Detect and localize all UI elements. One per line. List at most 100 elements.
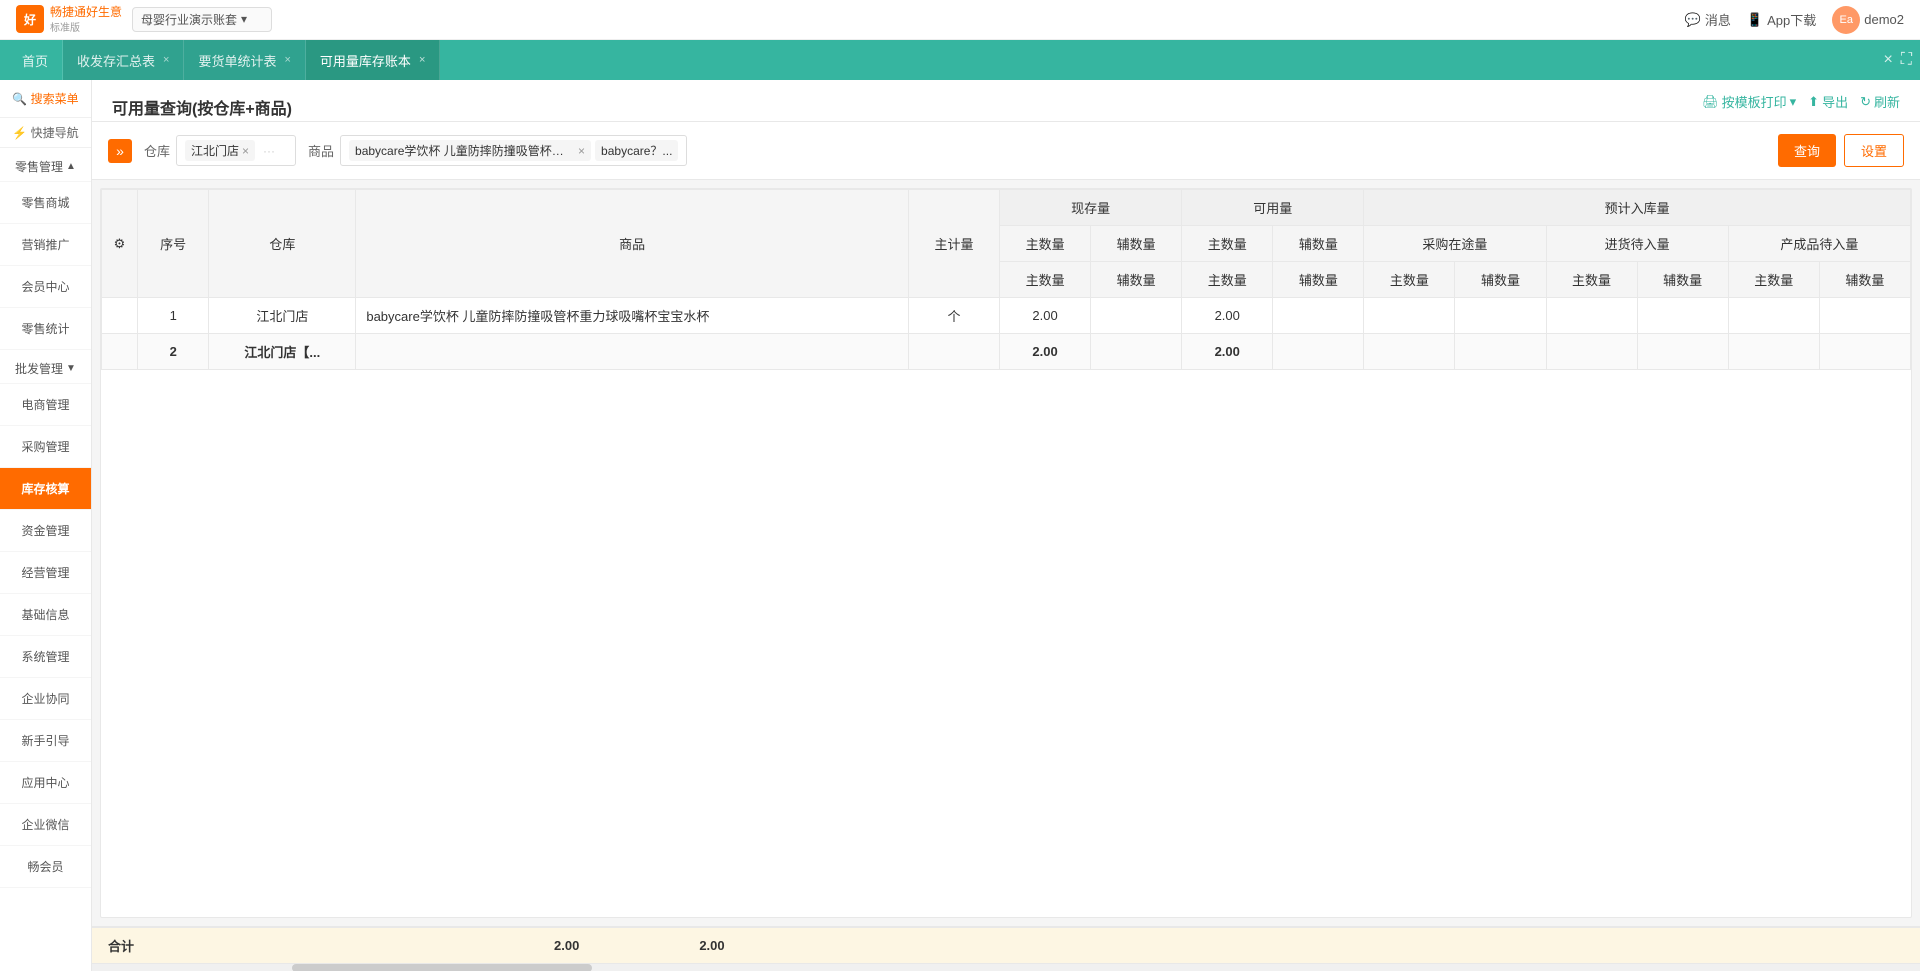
footer-total-label: 合计	[108, 936, 134, 955]
chevron-down-icon: ▾	[241, 12, 247, 26]
sidebar-search[interactable]: 🔍 搜索菜单	[0, 80, 91, 118]
message-item[interactable]: 💬 消息	[1685, 10, 1731, 29]
sidebar-item-marketing[interactable]: 营销推广	[0, 224, 91, 266]
sidebar-item-basic[interactable]: 基础信息	[0, 594, 91, 636]
th-prod-arr-main: 主数量	[1728, 262, 1819, 298]
tab-receive-send-label: 收发存汇总表	[77, 51, 155, 70]
setting-button[interactable]: 设置	[1844, 134, 1904, 167]
top-bar-right: 💬 消息 📱 App下载 Ea demo2	[1685, 6, 1904, 34]
warehouse-tag-close[interactable]: ×	[242, 144, 249, 158]
logo-sub: 标准版	[50, 19, 122, 34]
gear-icon[interactable]: ⚙	[114, 236, 126, 251]
td-pur-trans-aux-2	[1455, 334, 1546, 370]
warehouse-label: 仓库	[144, 141, 170, 160]
sidebar-label-appcenter: 应用中心	[21, 774, 69, 791]
content-area: 可用量查询(按仓库+商品) 🖨 按模板打印 ▾ ⬆ 导出 ↻ 刷新 »	[92, 80, 1920, 971]
th-pur-transit-main: 主数量	[1364, 262, 1455, 298]
export-label: 导出	[1822, 92, 1848, 111]
tab-receive-send[interactable]: 收发存汇总表 ×	[63, 40, 184, 80]
td-pur-arr-aux-2	[1637, 334, 1728, 370]
sidebar-item-vip[interactable]: 畅会员	[0, 846, 91, 888]
user-item[interactable]: Ea demo2	[1832, 6, 1904, 34]
tab-home[interactable]: 首页	[8, 40, 63, 80]
sidebar-item-system[interactable]: 系统管理	[0, 636, 91, 678]
tab-available-stock[interactable]: 可用量库存账本 ×	[306, 40, 440, 80]
sidebar-item-purchase[interactable]: 采购管理	[0, 426, 91, 468]
td-avail-aux-2	[1273, 334, 1364, 370]
print-icon: 🖨	[1702, 94, 1719, 110]
product-input[interactable]: babycare学饮杯 儿童防摔防撞吸管杯重力球吸嘴杯宝宝水杯 × babyca…	[340, 135, 687, 166]
scroll-indicator[interactable]	[92, 963, 1920, 971]
sidebar-item-newguide[interactable]: 新手引导	[0, 720, 91, 762]
warehouse-filter-group: 仓库 江北门店 × ···	[144, 135, 296, 166]
chevron-down-print: ▾	[1790, 94, 1797, 110]
warehouse-tag: 江北门店 ×	[185, 140, 255, 161]
user-name: demo2	[1864, 12, 1904, 27]
industry-select[interactable]: 母婴行业演示账套 ▾	[132, 7, 272, 32]
app-download-label: App下载	[1767, 10, 1816, 29]
sidebar-item-wholesale[interactable]: 批发管理 ▼	[0, 350, 91, 384]
sidebar-label-inventory: 库存核算	[21, 480, 69, 497]
close-tab-icon[interactable]: ×	[1883, 51, 1892, 69]
app-download-item[interactable]: 📱 App下载	[1747, 10, 1816, 29]
tab-available-stock-close[interactable]: ×	[419, 54, 425, 66]
main-layout: 🔍 搜索菜单 ⚡ 快捷导航 零售管理 ▲ 零售商城 营销推广 会员中心 零售统计…	[0, 80, 1920, 971]
td-pur-arr-main-1	[1546, 298, 1637, 334]
warehouse-input[interactable]: 江北门店 × ···	[176, 135, 296, 166]
th-unit: 主计量	[908, 190, 999, 298]
nav-tabs-right: × ⛶	[1883, 51, 1920, 69]
th-stock-aux: 辅数量	[1091, 226, 1182, 262]
sidebar-label-system: 系统管理	[21, 648, 69, 665]
print-button[interactable]: 🖨 按模板打印 ▾	[1702, 92, 1796, 111]
sidebar-item-wechat[interactable]: 企业微信	[0, 804, 91, 846]
th-no: 序号	[138, 190, 209, 298]
tab-home-label: 首页	[22, 51, 48, 70]
sidebar-item-zero-shop[interactable]: 零售商城	[0, 182, 91, 224]
mobile-icon: 📱	[1747, 12, 1763, 28]
sidebar-item-finance[interactable]: 资金管理	[0, 510, 91, 552]
sidebar-label-finance: 资金管理	[21, 522, 69, 539]
td-product-2	[356, 334, 909, 370]
th-settings: ⚙	[102, 190, 138, 298]
sidebar-item-ecommerce[interactable]: 电商管理	[0, 384, 91, 426]
sidebar-item-enterprise[interactable]: 企业协同	[0, 678, 91, 720]
sidebar-nav-label: 快捷导航	[31, 126, 79, 140]
tab-order-stats-close[interactable]: ×	[284, 54, 290, 66]
warehouse-tag-value: 江北门店	[191, 142, 239, 159]
filter-bar: » 仓库 江北门店 × ··· 商品 babycare学饮杯 儿童防摔防撞吸管杯…	[92, 122, 1920, 180]
filter-expand-button[interactable]: »	[108, 139, 132, 163]
product-tag-1-close[interactable]: ×	[578, 144, 585, 158]
td-unit-2	[908, 334, 999, 370]
logo-text-block: 畅捷通好生意 标准版	[50, 5, 122, 34]
td-avail-main-1: 2.00	[1182, 298, 1273, 334]
export-button[interactable]: ⬆ 导出	[1808, 92, 1848, 111]
sidebar-item-zero-sales[interactable]: 零售管理 ▲	[0, 148, 91, 182]
td-settings-2	[102, 334, 138, 370]
product-tag-2: babycare？...	[595, 140, 678, 161]
sidebar-label-marketing: 营销推广	[21, 236, 69, 253]
page-header-actions: 🖨 按模板打印 ▾ ⬆ 导出 ↻ 刷新	[1702, 92, 1900, 111]
sidebar-item-appcenter[interactable]: 应用中心	[0, 762, 91, 804]
table-wrapper: ⚙ 序号 仓库 商品 主计量 现存量 可用量 预计入库量 主数量 辅数量 主数量	[100, 188, 1912, 918]
sidebar-item-operations[interactable]: 经营管理	[0, 552, 91, 594]
query-button[interactable]: 查询	[1778, 134, 1836, 167]
sidebar-quick-nav[interactable]: ⚡ 快捷导航	[0, 118, 91, 148]
export-icon: ⬆	[1808, 94, 1819, 110]
td-settings-1	[102, 298, 138, 334]
td-pur-trans-aux-1	[1455, 298, 1546, 334]
sidebar-item-zero-stats[interactable]: 零售统计	[0, 308, 91, 350]
product-filter-group: 商品 babycare学饮杯 儿童防摔防撞吸管杯重力球吸嘴杯宝宝水杯 × bab…	[308, 135, 687, 166]
tab-receive-send-close[interactable]: ×	[163, 54, 169, 66]
chevron-up-icon: ▲	[66, 161, 76, 172]
td-prod-arr-main-2	[1728, 334, 1819, 370]
sidebar-item-member[interactable]: 会员中心	[0, 266, 91, 308]
sidebar-label-zero-sales: 零售管理	[15, 158, 63, 175]
expand-icon[interactable]: ⛶	[1901, 51, 1912, 69]
tab-order-stats[interactable]: 要货单统计表 ×	[184, 40, 305, 80]
sidebar-item-inventory[interactable]: 库存核算	[0, 468, 91, 510]
td-avail-aux-1	[1273, 298, 1364, 334]
td-unit-1: 个	[908, 298, 999, 334]
footer-stock-main: 2.00	[554, 938, 579, 953]
scroll-thumb[interactable]	[292, 964, 592, 971]
refresh-button[interactable]: ↻ 刷新	[1860, 92, 1900, 111]
